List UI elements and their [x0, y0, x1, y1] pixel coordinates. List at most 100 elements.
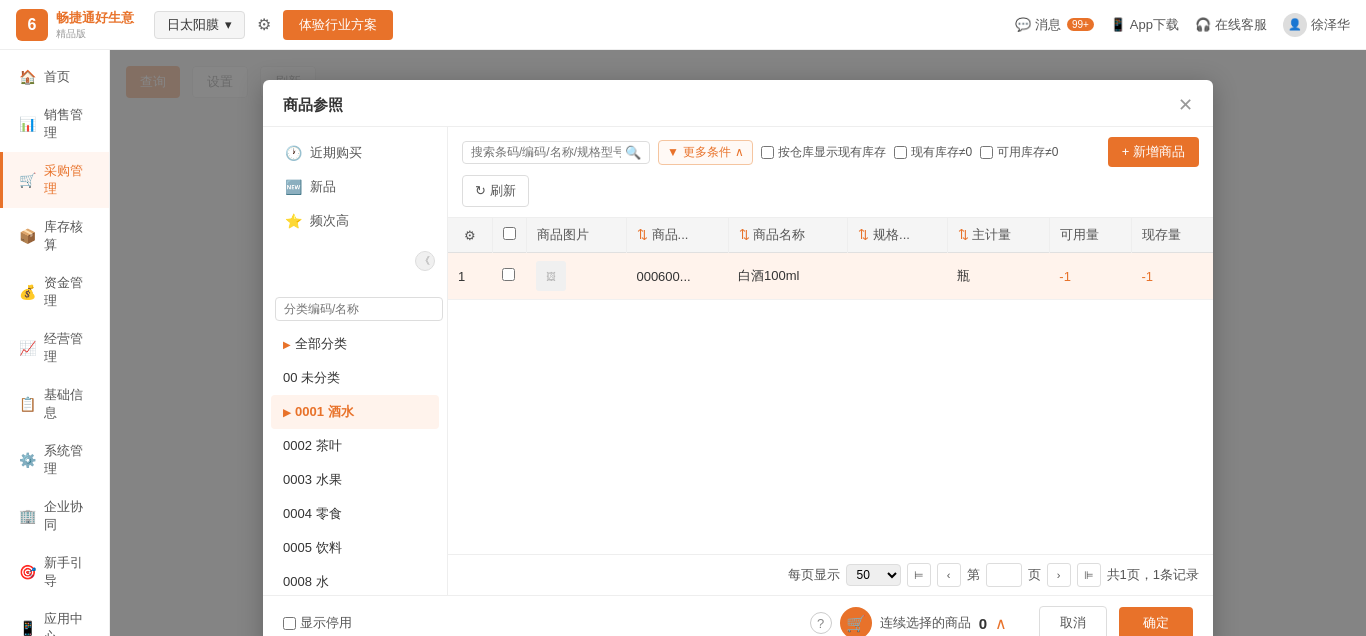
last-page-btn[interactable]: ⊫: [1077, 563, 1101, 587]
sidebar-item-sales[interactable]: 📊 销售管理: [0, 96, 109, 152]
available-nonzero-checkbox[interactable]: [980, 146, 993, 159]
stock-icon: 📦: [19, 228, 36, 244]
system-icon: ⚙️: [19, 452, 36, 468]
sales-icon: 📊: [19, 116, 36, 132]
category-all[interactable]: ▶ 全部分类: [271, 327, 439, 361]
logo-area: 6 畅捷通好生意 精品版: [16, 9, 134, 41]
first-page-btn[interactable]: ⊨: [907, 563, 931, 587]
gear-icon[interactable]: ⚙: [257, 15, 271, 34]
filter-more-btn[interactable]: ▼ 更多条件 ∧: [658, 140, 753, 165]
checkbox-available-nonzero[interactable]: 可用库存≠0: [980, 144, 1058, 161]
cart-collapse-icon[interactable]: ∧: [995, 614, 1007, 633]
row-check[interactable]: [492, 253, 526, 300]
modal-close-button[interactable]: ✕: [1178, 94, 1193, 116]
sidebar-item-enterprise[interactable]: 🏢 企业协同: [0, 488, 109, 544]
show-disabled-checkbox-label[interactable]: 显示停用: [283, 614, 352, 632]
prev-page-btn[interactable]: ‹: [937, 563, 961, 587]
modal-header: 商品参照 ✕: [263, 80, 1213, 127]
checkbox-by-warehouse[interactable]: 按仓库显示现有库存: [761, 144, 886, 161]
category-search-input[interactable]: [275, 297, 443, 321]
category-0001[interactable]: ▶ 0001 酒水: [271, 395, 439, 429]
sidebar-item-system[interactable]: ⚙️ 系统管理: [0, 432, 109, 488]
category-0003[interactable]: 0003 水果: [271, 463, 439, 497]
row-index: 1: [448, 253, 492, 300]
page-size-select[interactable]: 50 100 200: [846, 564, 901, 586]
row-unit: 瓶: [947, 253, 1049, 300]
category-00[interactable]: 00 未分类: [271, 361, 439, 395]
pagination-bar: 每页显示 50 100 200 ⊨ ‹ 第 1 页 ›: [448, 554, 1213, 595]
sidebar-item-newbie[interactable]: 🎯 新手引导: [0, 544, 109, 600]
nav-right: 💬 消息 99+ 📱 App下载 🎧 在线客服 👤 徐泽华: [1015, 13, 1350, 37]
modal-right-panel: 🔍 ▼ 更多条件 ∧ 按仓库显示现有库存: [448, 127, 1213, 595]
purchase-icon: 🛒: [19, 172, 36, 188]
page-number-input[interactable]: 1: [986, 563, 1022, 587]
logo-text: 畅捷通好生意 精品版: [56, 9, 134, 41]
sort-icon: ⇅: [637, 227, 648, 242]
avatar-icon: 👤: [1283, 13, 1307, 37]
sidebar-item-basic[interactable]: 📋 基础信息: [0, 376, 109, 432]
modal-body: 🕐 近期购买 🆕 新品 ⭐ 频次高: [263, 127, 1213, 595]
by-warehouse-checkbox[interactable]: [761, 146, 774, 159]
category-0005[interactable]: 0005 饮料: [271, 531, 439, 565]
sidebar-item-business[interactable]: 📈 经营管理: [0, 320, 109, 376]
show-disabled-checkbox[interactable]: [283, 617, 296, 630]
product-search-input[interactable]: [471, 145, 621, 159]
col-image-header: 商品图片: [526, 218, 626, 253]
modal-toolbar: 🔍 ▼ 更多条件 ∧ 按仓库显示现有库存: [448, 127, 1213, 218]
enterprise-icon: 🏢: [19, 508, 36, 524]
row-checkbox[interactable]: [502, 268, 515, 281]
brand-selector[interactable]: 日太阳膜 ▾: [154, 11, 245, 39]
checkbox-stock-nonzero[interactable]: 现有库存≠0: [894, 144, 972, 161]
app-download-btn[interactable]: 📱 App下载: [1110, 16, 1179, 34]
add-product-btn[interactable]: + 新增商品: [1108, 137, 1199, 167]
help-icon[interactable]: ?: [810, 612, 832, 634]
refresh-btn[interactable]: ↻ 刷新: [462, 175, 529, 207]
confirm-btn[interactable]: 确定: [1119, 607, 1193, 636]
message-btn[interactable]: 💬 消息 99+: [1015, 16, 1094, 34]
row-name: 白酒100ml: [728, 253, 848, 300]
category-0008[interactable]: 0008 水: [271, 565, 439, 595]
col-unit-header[interactable]: ⇅ 主计量: [947, 218, 1049, 253]
basic-icon: 📋: [19, 396, 36, 412]
left-nav-new[interactable]: 🆕 新品: [275, 171, 435, 203]
left-nav-frequent[interactable]: ⭐ 频次高: [275, 205, 435, 237]
col-checkbox: [492, 218, 526, 253]
col-name-header[interactable]: ⇅ 商品名称: [728, 218, 848, 253]
experience-btn[interactable]: 体验行业方案: [283, 10, 393, 40]
modal-title: 商品参照: [283, 96, 343, 115]
sidebar-item-apps[interactable]: 📱 应用中心: [0, 600, 109, 636]
sidebar-item-home[interactable]: 🏠 首页: [0, 58, 109, 96]
modal-footer: 显示停用 ? 🛒 连续选择的商品 0 ∧ 取消 确定: [263, 595, 1213, 636]
table-row[interactable]: 1 🖼: [448, 253, 1213, 300]
recent-icon: 🕐: [285, 145, 302, 161]
col-spec-header[interactable]: ⇅ 规格...: [848, 218, 947, 253]
row-spec: [848, 253, 947, 300]
select-all-checkbox[interactable]: [503, 227, 516, 240]
row-code: 000600...: [626, 253, 728, 300]
message-badge: 99+: [1067, 18, 1094, 31]
sidebar-item-purchase[interactable]: 🛒 采购管理: [0, 152, 109, 208]
col-gear[interactable]: ⚙: [448, 218, 492, 253]
col-code-header[interactable]: ⇅ 商品...: [626, 218, 728, 253]
search-icon[interactable]: 🔍: [625, 145, 641, 160]
category-0004[interactable]: 0004 零食: [271, 497, 439, 531]
cart-icon[interactable]: 🛒: [840, 607, 872, 636]
product-table-wrapper: ⚙ 商品图片: [448, 218, 1213, 554]
message-icon: 💬: [1015, 17, 1031, 32]
product-reference-modal: 商品参照 ✕ 🕐 近期购买 🆕: [263, 80, 1213, 636]
user-avatar[interactable]: 👤 徐泽华: [1283, 13, 1350, 37]
star-icon: ⭐: [285, 213, 302, 229]
cancel-btn[interactable]: 取消: [1039, 606, 1107, 636]
product-search-box[interactable]: 🔍: [462, 141, 650, 164]
online-service-btn[interactable]: 🎧 在线客服: [1195, 16, 1267, 34]
left-nav-recent[interactable]: 🕐 近期购买: [275, 137, 435, 169]
sidebar-item-finance[interactable]: 💰 资金管理: [0, 264, 109, 320]
category-0002[interactable]: 0002 茶叶: [271, 429, 439, 463]
stock-nonzero-checkbox[interactable]: [894, 146, 907, 159]
col-available-header: 可用量: [1049, 218, 1131, 253]
home-icon: 🏠: [19, 69, 36, 85]
sidebar-item-stock[interactable]: 📦 库存核算: [0, 208, 109, 264]
next-page-btn[interactable]: ›: [1047, 563, 1071, 587]
collapse-panel-btn[interactable]: 《: [415, 251, 435, 271]
col-stock-header: 现存量: [1131, 218, 1213, 253]
